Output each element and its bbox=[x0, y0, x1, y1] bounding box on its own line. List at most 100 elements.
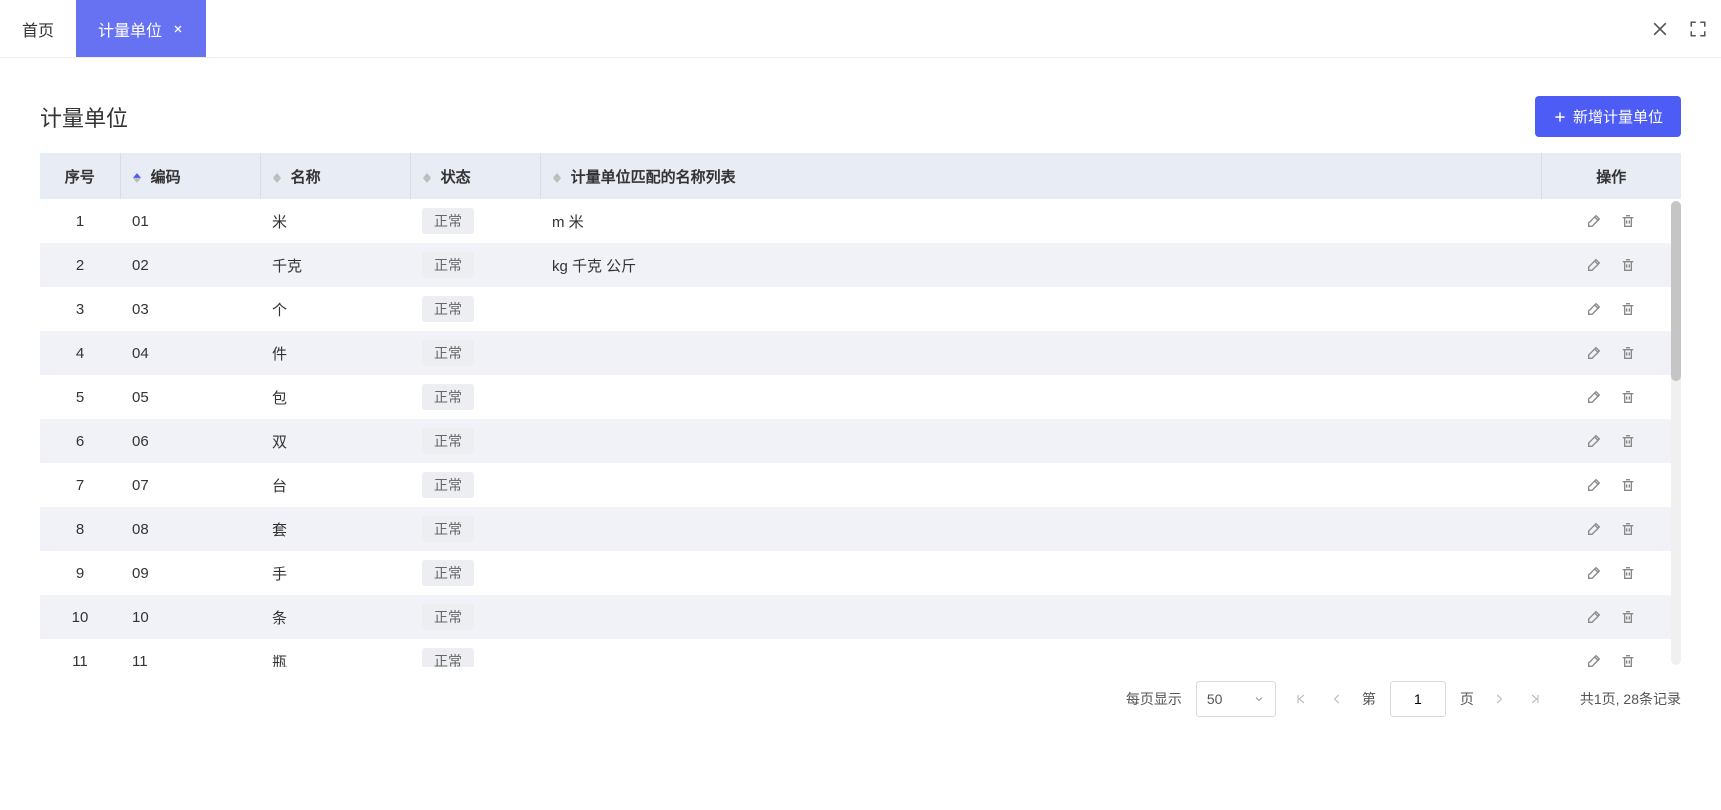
col-header-name[interactable]: 名称 bbox=[260, 153, 410, 199]
cell-match: m 米 bbox=[540, 199, 1541, 243]
edit-icon[interactable] bbox=[1586, 301, 1602, 317]
cell-action bbox=[1541, 419, 1681, 463]
status-badge: 正常 bbox=[422, 516, 474, 542]
delete-icon[interactable] bbox=[1620, 565, 1636, 581]
table-row: 303个正常 bbox=[40, 287, 1681, 331]
delete-icon[interactable] bbox=[1620, 609, 1636, 625]
status-badge: 正常 bbox=[422, 428, 474, 454]
status-badge: 正常 bbox=[422, 604, 474, 630]
table-row: 909手正常 bbox=[40, 551, 1681, 595]
edit-icon[interactable] bbox=[1586, 345, 1602, 361]
cell-status: 正常 bbox=[410, 375, 540, 419]
close-icon[interactable] bbox=[172, 23, 184, 35]
cell-status: 正常 bbox=[410, 331, 540, 375]
sort-icon bbox=[423, 173, 431, 183]
table-row: 1111瓶正常 bbox=[40, 639, 1681, 667]
page-next-button[interactable] bbox=[1488, 688, 1510, 710]
table-row: 707台正常 bbox=[40, 463, 1681, 507]
table-row: 404件正常 bbox=[40, 331, 1681, 375]
edit-icon[interactable] bbox=[1586, 389, 1602, 405]
edit-icon[interactable] bbox=[1586, 213, 1602, 229]
delete-icon[interactable] bbox=[1620, 301, 1636, 317]
cell-index: 11 bbox=[40, 639, 120, 667]
cell-index: 7 bbox=[40, 463, 120, 507]
col-header-index[interactable]: 序号 bbox=[40, 153, 120, 199]
edit-icon[interactable] bbox=[1586, 257, 1602, 273]
cell-status: 正常 bbox=[410, 595, 540, 639]
edit-icon[interactable] bbox=[1586, 565, 1602, 581]
page-input[interactable] bbox=[1390, 681, 1446, 717]
cell-match: kg 千克 公斤 bbox=[540, 243, 1541, 287]
cell-match bbox=[540, 463, 1541, 507]
cell-name: 包 bbox=[260, 375, 410, 419]
edit-icon[interactable] bbox=[1586, 521, 1602, 537]
cell-name: 台 bbox=[260, 463, 410, 507]
col-header-match[interactable]: 计量单位匹配的名称列表 bbox=[540, 153, 1541, 199]
cell-code: 03 bbox=[120, 287, 260, 331]
cell-action bbox=[1541, 463, 1681, 507]
cell-action bbox=[1541, 639, 1681, 667]
page-title: 计量单位 bbox=[40, 101, 128, 133]
table-scrollbar[interactable] bbox=[1671, 201, 1681, 665]
delete-icon[interactable] bbox=[1620, 389, 1636, 405]
cell-match bbox=[540, 331, 1541, 375]
delete-icon[interactable] bbox=[1620, 433, 1636, 449]
cell-match bbox=[540, 595, 1541, 639]
cell-index: 9 bbox=[40, 551, 120, 595]
chevron-down-icon bbox=[1253, 693, 1265, 705]
close-all-icon[interactable] bbox=[1649, 18, 1671, 40]
page-last-button[interactable] bbox=[1524, 688, 1546, 710]
cell-name: 套 bbox=[260, 507, 410, 551]
col-header-action: 操作 bbox=[1541, 153, 1681, 199]
col-header-code[interactable]: 编码 bbox=[120, 153, 260, 199]
page-first-button[interactable] bbox=[1290, 688, 1312, 710]
table-row: 101米正常m 米 bbox=[40, 199, 1681, 243]
cell-action bbox=[1541, 199, 1681, 243]
edit-icon[interactable] bbox=[1586, 433, 1602, 449]
add-unit-button[interactable]: 新增计量单位 bbox=[1535, 96, 1681, 137]
plus-icon bbox=[1553, 110, 1567, 124]
edit-icon[interactable] bbox=[1586, 609, 1602, 625]
cell-match bbox=[540, 551, 1541, 595]
cell-name: 瓶 bbox=[260, 639, 410, 667]
cell-status: 正常 bbox=[410, 463, 540, 507]
cell-status: 正常 bbox=[410, 199, 540, 243]
delete-icon[interactable] bbox=[1620, 257, 1636, 273]
table-row: 505包正常 bbox=[40, 375, 1681, 419]
tab-home[interactable]: 首页 bbox=[0, 0, 76, 57]
edit-icon[interactable] bbox=[1586, 653, 1602, 667]
cell-match bbox=[540, 507, 1541, 551]
fullscreen-icon[interactable] bbox=[1687, 18, 1709, 40]
cell-code: 07 bbox=[120, 463, 260, 507]
per-page-select[interactable]: 50 bbox=[1196, 681, 1276, 717]
scrollbar-thumb[interactable] bbox=[1671, 201, 1681, 381]
sort-icon bbox=[133, 173, 141, 183]
cell-index: 4 bbox=[40, 331, 120, 375]
status-badge: 正常 bbox=[422, 560, 474, 586]
cell-index: 2 bbox=[40, 243, 120, 287]
page-prev-button[interactable] bbox=[1326, 688, 1348, 710]
cell-name: 手 bbox=[260, 551, 410, 595]
table-row: 808套正常 bbox=[40, 507, 1681, 551]
tab-measurement-unit[interactable]: 计量单位 bbox=[76, 0, 206, 57]
status-badge: 正常 bbox=[422, 296, 474, 322]
edit-icon[interactable] bbox=[1586, 477, 1602, 493]
delete-icon[interactable] bbox=[1620, 213, 1636, 229]
cell-status: 正常 bbox=[410, 507, 540, 551]
cell-name: 米 bbox=[260, 199, 410, 243]
page-suffix: 页 bbox=[1460, 689, 1474, 709]
delete-icon[interactable] bbox=[1620, 345, 1636, 361]
cell-code: 04 bbox=[120, 331, 260, 375]
status-badge: 正常 bbox=[422, 384, 474, 410]
delete-icon[interactable] bbox=[1620, 653, 1636, 667]
delete-icon[interactable] bbox=[1620, 521, 1636, 537]
page-prefix: 第 bbox=[1362, 689, 1376, 709]
col-header-status[interactable]: 状态 bbox=[410, 153, 540, 199]
status-badge: 正常 bbox=[422, 648, 474, 667]
cell-code: 08 bbox=[120, 507, 260, 551]
delete-icon[interactable] bbox=[1620, 477, 1636, 493]
cell-code: 10 bbox=[120, 595, 260, 639]
cell-code: 11 bbox=[120, 639, 260, 667]
cell-status: 正常 bbox=[410, 551, 540, 595]
cell-name: 双 bbox=[260, 419, 410, 463]
